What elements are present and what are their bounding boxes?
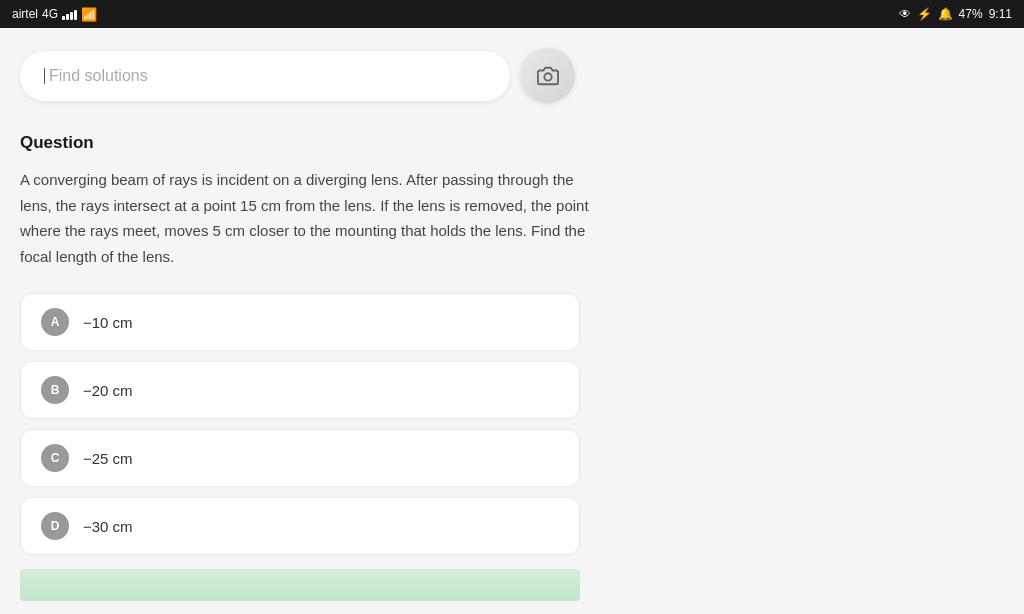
network-type: 4G: [42, 7, 58, 21]
option-a-badge: A: [41, 308, 69, 336]
status-bar: airtel 4G 📶 👁 ⚡ 🔔 47% 9:11: [0, 0, 1024, 28]
search-bar[interactable]: Find solutions: [20, 51, 510, 101]
option-a[interactable]: A −10 cm: [20, 293, 580, 351]
option-d-text: −30 cm: [83, 518, 133, 535]
signal-bars: [62, 8, 77, 20]
option-d[interactable]: D −30 cm: [20, 497, 580, 555]
time-label: 9:11: [989, 7, 1012, 21]
bottom-strip: [20, 569, 580, 601]
mute-icon: 🔔: [938, 7, 953, 21]
option-c-badge: C: [41, 444, 69, 472]
option-b[interactable]: B −20 cm: [20, 361, 580, 419]
camera-icon: [537, 65, 559, 87]
text-cursor: [44, 68, 45, 84]
option-a-text: −10 cm: [83, 314, 133, 331]
bar-1: [62, 16, 65, 20]
option-c[interactable]: C −25 cm: [20, 429, 580, 487]
wifi-icon: 📶: [81, 7, 97, 22]
question-section: Question A converging beam of rays is in…: [20, 133, 600, 601]
question-label: Question: [20, 133, 600, 153]
question-text: A converging beam of rays is incident on…: [20, 167, 600, 269]
eye-icon: 👁: [899, 7, 911, 21]
svg-point-0: [544, 73, 551, 80]
bar-4: [74, 10, 77, 20]
carrier-label: airtel: [12, 7, 38, 21]
battery-label: 47%: [959, 7, 983, 21]
camera-button[interactable]: [520, 48, 575, 103]
options-container: A −10 cm B −20 cm C −25 cm D −30 cm: [20, 293, 580, 555]
option-d-badge: D: [41, 512, 69, 540]
bluetooth-icon: ⚡: [917, 7, 932, 21]
option-b-badge: B: [41, 376, 69, 404]
status-left: airtel 4G 📶: [12, 7, 97, 22]
search-placeholder: Find solutions: [49, 67, 148, 85]
option-c-text: −25 cm: [83, 450, 133, 467]
main-content: Find solutions Question A converging bea…: [0, 28, 1024, 614]
option-b-text: −20 cm: [83, 382, 133, 399]
bar-2: [66, 14, 69, 20]
search-area: Find solutions: [20, 48, 1004, 103]
bar-3: [70, 12, 73, 20]
status-right: 👁 ⚡ 🔔 47% 9:11: [899, 7, 1012, 21]
